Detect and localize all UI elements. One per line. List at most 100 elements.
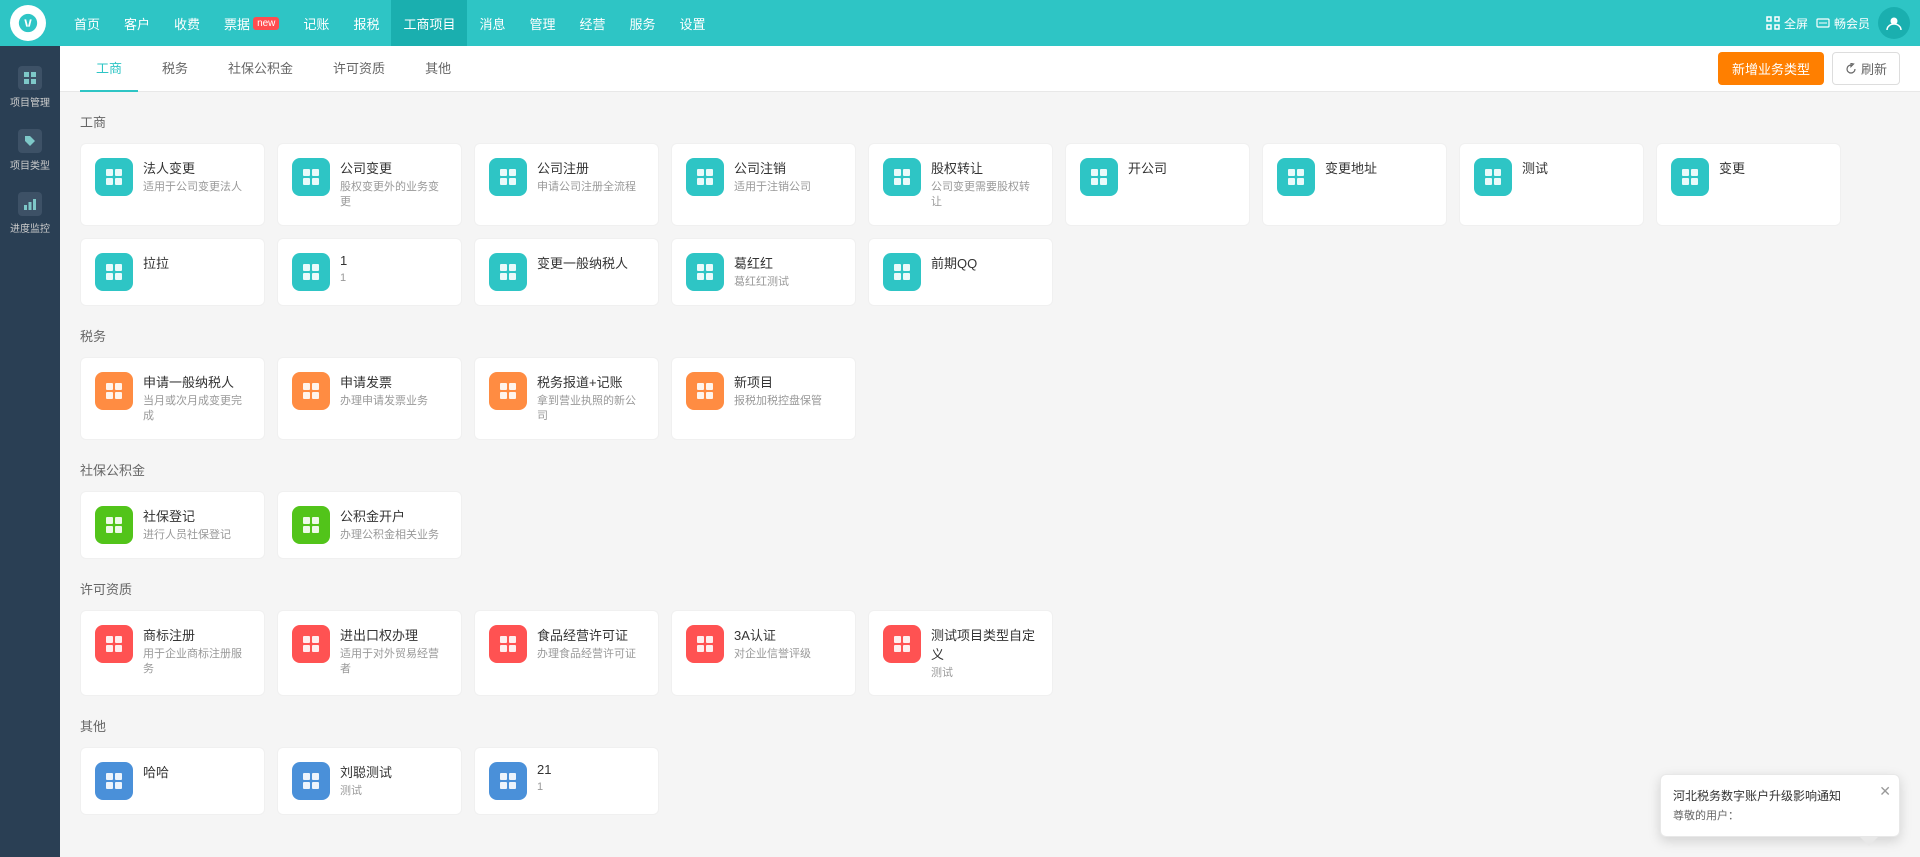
card-desc: 用于企业商标注册服务 (143, 647, 250, 678)
service-card[interactable]: 哈哈 (80, 747, 265, 815)
service-card[interactable]: 葛红红葛红红测试 (671, 238, 856, 306)
service-card[interactable]: 公积金开户办理公积金相关业务 (277, 491, 462, 559)
card-text: 哈哈 (143, 762, 250, 784)
nav-item-票据[interactable]: 票据new (212, 0, 291, 46)
tab-税务[interactable]: 税务 (146, 46, 204, 92)
service-card[interactable]: 11 (277, 238, 462, 306)
service-card[interactable]: 变更地址 (1262, 143, 1447, 226)
service-card[interactable]: 前期QQ (868, 238, 1053, 306)
service-card[interactable]: 公司注册申请公司注册全流程 (474, 143, 659, 226)
card-text: 法人变更适用于公司变更法人 (143, 158, 250, 195)
service-card[interactable]: 法人变更适用于公司变更法人 (80, 143, 265, 226)
nav-item-设置[interactable]: 设置 (668, 0, 718, 46)
sidebar: 项目管理 项目类型 进度监控 (0, 46, 60, 857)
service-card[interactable]: 变更一般纳税人 (474, 238, 659, 306)
service-card[interactable]: 股权转让公司变更需要股权转让 (868, 143, 1053, 226)
tab-bar: 工商税务社保公积金许可资质其他 新增业务类型 刷新 (60, 46, 1920, 92)
service-card[interactable]: 开公司 (1065, 143, 1250, 226)
card-text: 11 (340, 253, 447, 286)
service-card[interactable]: 测试项目类型自定义测试 (868, 610, 1053, 696)
service-card[interactable]: 进出口权办理适用于对外贸易经营者 (277, 610, 462, 696)
user-avatar[interactable] (1878, 7, 1910, 39)
card-name: 商标注册 (143, 625, 250, 644)
sidebar-item-progress[interactable]: 进度监控 (0, 182, 60, 245)
sidebar-label-3: 进度监控 (10, 220, 50, 235)
card-text: 测试项目类型自定义测试 (931, 625, 1038, 681)
service-card[interactable]: 刘聪测试测试 (277, 747, 462, 815)
card-name: 公司变更 (340, 158, 447, 177)
nav-item-服务[interactable]: 服务 (618, 0, 668, 46)
card-icon (883, 158, 921, 196)
logo (10, 5, 46, 41)
card-desc: 申请公司注册全流程 (537, 180, 644, 195)
nav-item-收费[interactable]: 收费 (162, 0, 212, 46)
card-text: 变更 (1719, 158, 1826, 180)
service-card[interactable]: 测试 (1459, 143, 1644, 226)
nav-item-经营[interactable]: 经营 (568, 0, 618, 46)
service-card[interactable]: 211 (474, 747, 659, 815)
card-name: 测试项目类型自定义 (931, 625, 1038, 663)
notification-popup: ✕ 河北税务数字账户升级影响通知 尊敬的用户： (1660, 774, 1900, 838)
card-text: 变更地址 (1325, 158, 1432, 180)
card-text: 食品经营许可证办理食品经营许可证 (537, 625, 644, 662)
service-card[interactable]: 申请发票办理申请发票业务 (277, 357, 462, 440)
nav-right: 全屏 畅会员 (1766, 7, 1910, 39)
card-text: 公积金开户办理公积金相关业务 (340, 506, 447, 543)
card-name: 拉拉 (143, 253, 250, 272)
service-card[interactable]: 公司变更股权变更外的业务变更 (277, 143, 462, 226)
card-desc: 适用于对外贸易经营者 (340, 647, 447, 678)
card-icon (292, 372, 330, 410)
tab-工商[interactable]: 工商 (80, 46, 138, 92)
sidebar-item-project-type[interactable]: 项目类型 (0, 119, 60, 182)
vip-button[interactable]: 畅会员 (1816, 15, 1870, 32)
card-icon (1474, 158, 1512, 196)
card-icon (686, 625, 724, 663)
service-card[interactable]: 3A认证对企业信誉评级 (671, 610, 856, 696)
card-name: 前期QQ (931, 253, 1038, 272)
new-type-button[interactable]: 新增业务类型 (1718, 52, 1824, 85)
card-icon (292, 253, 330, 291)
nav-item-客户[interactable]: 客户 (112, 0, 162, 46)
fullscreen-button[interactable]: 全屏 (1766, 15, 1808, 32)
card-name: 变更地址 (1325, 158, 1432, 177)
service-card[interactable]: 税务报道+记账拿到营业执照的新公司 (474, 357, 659, 440)
sidebar-item-project-manage[interactable]: 项目管理 (0, 56, 60, 119)
card-name: 变更 (1719, 158, 1826, 177)
nav-items: 首页客户收费票据new记账报税工商项目消息管理经营服务设置 (62, 0, 718, 46)
tab-items: 工商税务社保公积金许可资质其他 (80, 46, 475, 92)
card-name: 1 (340, 253, 447, 268)
tab-许可资质[interactable]: 许可资质 (317, 46, 401, 92)
card-name: 申请一般纳税人 (143, 372, 250, 391)
notification-close-button[interactable]: ✕ (1879, 783, 1891, 800)
top-nav: 首页客户收费票据new记账报税工商项目消息管理经营服务设置 全屏 畅会员 (0, 0, 1920, 46)
card-desc: 1 (340, 271, 447, 286)
card-text: 公司注销适用于注销公司 (734, 158, 841, 195)
card-name: 变更一般纳税人 (537, 253, 644, 272)
service-card[interactable]: 申请一般纳税人当月或次月成变更完成 (80, 357, 265, 440)
service-card[interactable]: 公司注销适用于注销公司 (671, 143, 856, 226)
section-title-其他: 其他 (80, 716, 1900, 735)
card-name: 食品经营许可证 (537, 625, 644, 644)
card-text: 社保登记进行人员社保登记 (143, 506, 250, 543)
service-card[interactable]: 变更 (1656, 143, 1841, 226)
tab-社保公积金[interactable]: 社保公积金 (212, 46, 309, 92)
card-desc: 当月或次月成变更完成 (143, 394, 250, 425)
service-card[interactable]: 拉拉 (80, 238, 265, 306)
nav-item-首页[interactable]: 首页 (62, 0, 112, 46)
cards-grid-许可资质: 商标注册用于企业商标注册服务 进出口权办理适用于对外贸易经营者 食品经营许可证办… (80, 610, 1900, 696)
nav-item-工商项目[interactable]: 工商项目 (391, 0, 467, 46)
card-name: 进出口权办理 (340, 625, 447, 644)
service-card[interactable]: 新项目报税加税控盘保管 (671, 357, 856, 440)
chart-icon (18, 192, 42, 216)
nav-item-报税[interactable]: 报税 (341, 0, 391, 46)
service-card[interactable]: 社保登记进行人员社保登记 (80, 491, 265, 559)
nav-item-管理[interactable]: 管理 (517, 0, 567, 46)
nav-item-记账[interactable]: 记账 (291, 0, 341, 46)
refresh-button[interactable]: 刷新 (1832, 52, 1900, 85)
nav-item-消息[interactable]: 消息 (467, 0, 517, 46)
service-card[interactable]: 商标注册用于企业商标注册服务 (80, 610, 265, 696)
service-card[interactable]: 食品经营许可证办理食品经营许可证 (474, 610, 659, 696)
card-icon (292, 625, 330, 663)
tab-其他[interactable]: 其他 (409, 46, 467, 92)
card-name: 刘聪测试 (340, 762, 447, 781)
